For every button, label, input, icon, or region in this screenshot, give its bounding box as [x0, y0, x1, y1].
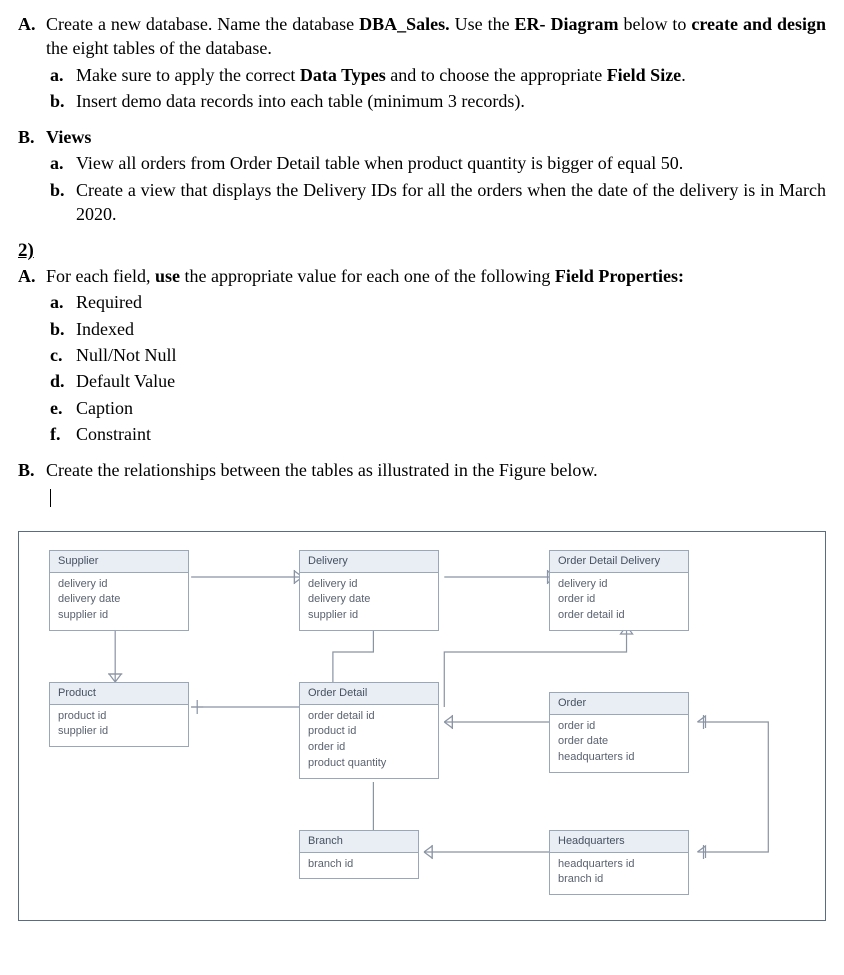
section-2B: B. Create the relationships between the … — [18, 458, 826, 509]
entity-title: Order — [550, 693, 688, 715]
er-diagram: Supplier delivery id delivery date suppl… — [18, 531, 826, 921]
marker-2B: B. — [18, 458, 46, 484]
entity-order-detail: Order Detail order detail id product id … — [299, 682, 439, 779]
marker-1A-a: a. — [50, 63, 76, 89]
marker-2: 2) — [18, 238, 826, 264]
field: order id — [558, 592, 680, 608]
field: delivery date — [58, 592, 180, 608]
field: delivery date — [308, 592, 430, 608]
m-2A-a: a. — [50, 290, 76, 316]
field: delivery id — [558, 577, 680, 593]
field: order date — [558, 734, 680, 750]
t-2A-c: Null/Not Null — [76, 343, 826, 367]
m-2A-b: b. — [50, 317, 76, 343]
field: order id — [558, 719, 680, 735]
t-2A-f: Constraint — [76, 422, 826, 446]
field: order id — [308, 740, 430, 756]
marker-1B-a: a. — [50, 151, 76, 177]
field: product id — [308, 724, 430, 740]
text-1A-b: Insert demo data records into each table… — [76, 89, 826, 113]
field: order detail id — [308, 709, 430, 725]
entity-order-detail-delivery: Order Detail Delivery delivery id order … — [549, 550, 689, 631]
m-2A-c: c. — [50, 343, 76, 369]
field: headquarters id — [558, 857, 680, 873]
field: supplier id — [308, 608, 430, 624]
entity-product: Product product id supplier id — [49, 682, 189, 747]
text-1A: Create a new database. Name the database… — [46, 12, 826, 61]
entity-title: Branch — [300, 831, 418, 853]
field: delivery id — [58, 577, 180, 593]
marker-1B: B. — [18, 125, 46, 151]
entity-supplier: Supplier delivery id delivery date suppl… — [49, 550, 189, 631]
marker-1A: A. — [18, 12, 46, 63]
field: order detail id — [558, 608, 680, 624]
section-1A: A. Create a new database. Name the datab… — [18, 12, 826, 115]
t-2A-e: Caption — [76, 396, 826, 420]
entity-title: Headquarters — [550, 831, 688, 853]
t-2A-b: Indexed — [76, 317, 826, 341]
m-2A-f: f. — [50, 422, 76, 448]
text-cursor — [50, 489, 52, 507]
entity-delivery: Delivery delivery id delivery date suppl… — [299, 550, 439, 631]
title-1B: Views — [46, 125, 826, 149]
field: product quantity — [308, 756, 430, 772]
entity-title: Order Detail Delivery — [550, 551, 688, 573]
entity-headquarters: Headquarters headquarters id branch id — [549, 830, 689, 895]
entity-title: Delivery — [300, 551, 438, 573]
text-2A: For each field, use the appropriate valu… — [46, 264, 826, 288]
entity-title: Product — [50, 683, 188, 705]
m-2A-e: e. — [50, 396, 76, 422]
marker-1A-b: b. — [50, 89, 76, 115]
text-1B-a: View all orders from Order Detail table … — [76, 151, 826, 175]
t-2A-a: Required — [76, 290, 826, 314]
field: branch id — [308, 857, 410, 873]
text-2B: Create the relationships between the tab… — [46, 458, 826, 482]
marker-1B-b: b. — [50, 178, 76, 229]
text-1B-b: Create a view that displays the Delivery… — [76, 178, 826, 227]
field: delivery id — [308, 577, 430, 593]
field: supplier id — [58, 608, 180, 624]
field: supplier id — [58, 724, 180, 740]
marker-2A: A. — [18, 264, 46, 290]
entity-title: Supplier — [50, 551, 188, 573]
field: branch id — [558, 872, 680, 888]
t-2A-d: Default Value — [76, 369, 826, 393]
entity-branch: Branch branch id — [299, 830, 419, 880]
entity-title: Order Detail — [300, 683, 438, 705]
entity-order: Order order id order date headquarters i… — [549, 692, 689, 773]
section-2: 2) A. For each field, use the appropriat… — [18, 238, 826, 448]
field: headquarters id — [558, 750, 680, 766]
text-1A-a: Make sure to apply the correct Data Type… — [76, 63, 826, 87]
field: product id — [58, 709, 180, 725]
m-2A-d: d. — [50, 369, 76, 395]
section-1B: B. Views a. View all orders from Order D… — [18, 125, 826, 228]
